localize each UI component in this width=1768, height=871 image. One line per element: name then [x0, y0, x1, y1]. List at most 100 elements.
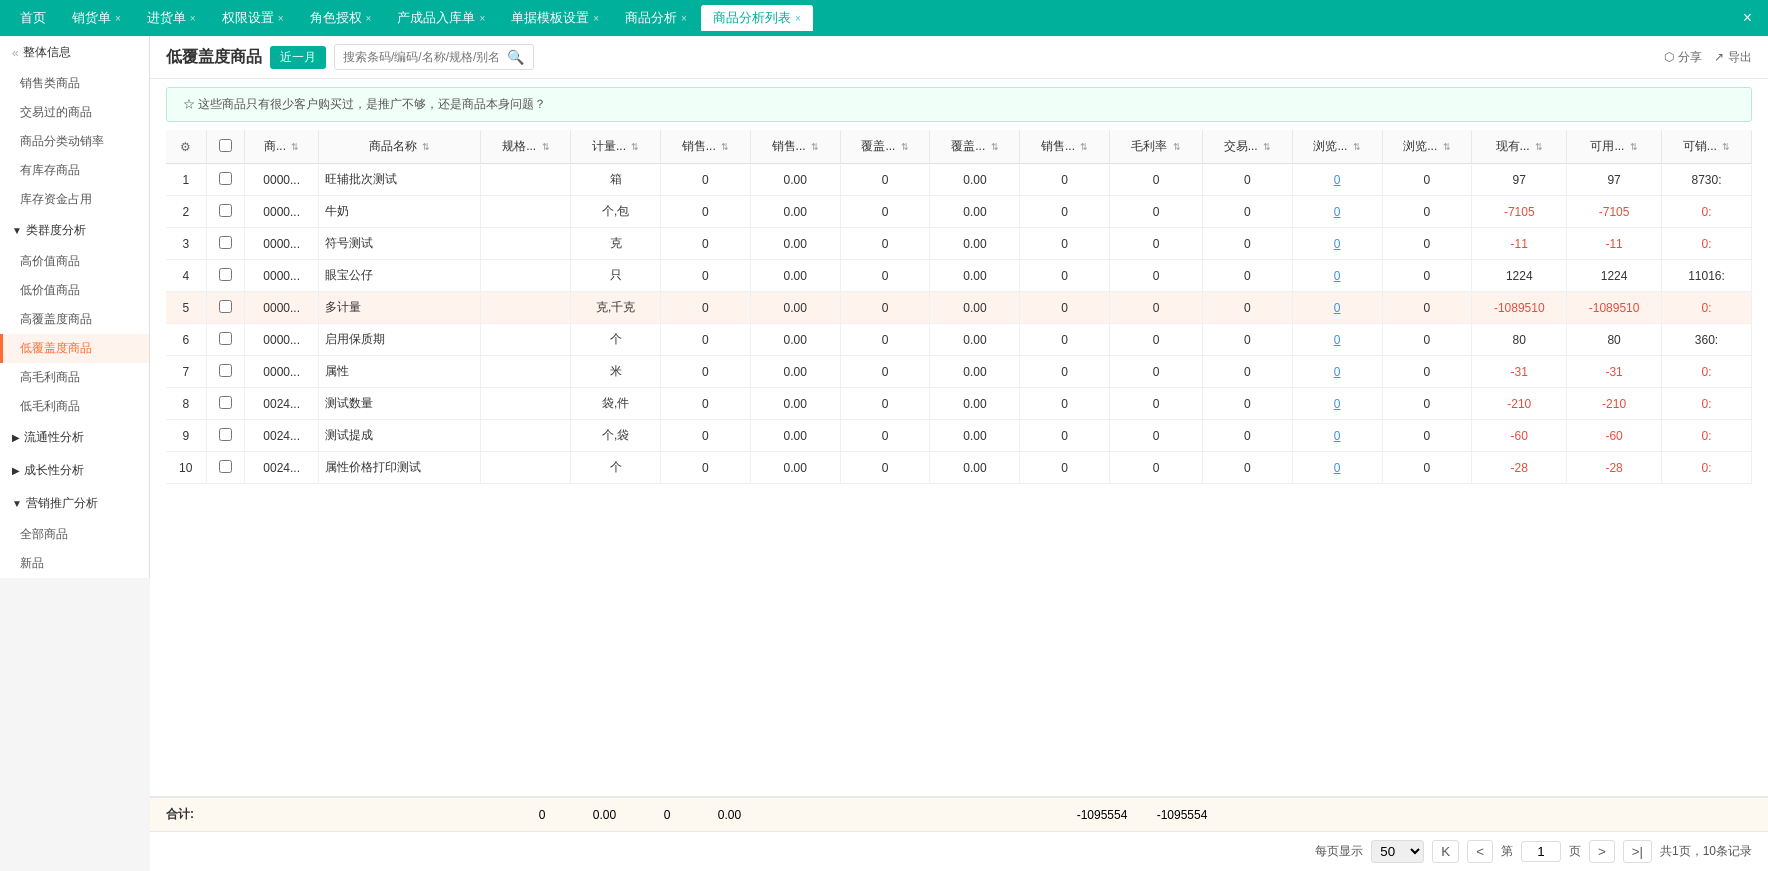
nav-template-settings[interactable]: 单据模板设置 ×	[499, 5, 611, 31]
cell-browse1[interactable]: 0	[1292, 324, 1382, 356]
nav-permission-settings[interactable]: 权限设置 ×	[210, 5, 296, 31]
sidebar-item-high-value[interactable]: 高价值商品	[0, 247, 149, 276]
nav-close-purchase-order[interactable]: ×	[190, 13, 196, 24]
sidebar-item-traded-goods[interactable]: 交易过的商品	[0, 98, 149, 127]
row-checkbox[interactable]	[219, 268, 232, 281]
sidebar-section-marketing[interactable]: ▼ 营销推广分析	[0, 487, 149, 520]
row-checkbox[interactable]	[219, 332, 232, 345]
settings-icon[interactable]: ⚙	[180, 140, 191, 154]
nav-close-permission[interactable]: ×	[278, 13, 284, 24]
export-button[interactable]: ↗ 导出	[1714, 49, 1752, 66]
nav-close-inbound[interactable]: ×	[479, 13, 485, 24]
sidebar-item-high-coverage[interactable]: 高覆盖度商品	[0, 305, 149, 334]
cell-checkbox[interactable]	[206, 196, 245, 228]
row-checkbox[interactable]	[219, 396, 232, 409]
next-page-btn[interactable]: >	[1589, 840, 1615, 863]
cell-browse1[interactable]: 0	[1292, 260, 1382, 292]
cell-checkbox[interactable]	[206, 292, 245, 324]
sidebar-item-new-goods[interactable]: 新品	[0, 549, 149, 578]
nav-close-analysis-list[interactable]: ×	[795, 13, 801, 24]
cell-name: 测试数量	[319, 388, 481, 420]
nav-close-template[interactable]: ×	[593, 13, 599, 24]
sidebar-item-capital-usage[interactable]: 库存资金占用	[0, 185, 149, 214]
nav-product-analysis-list[interactable]: 商品分析列表 ×	[701, 5, 813, 31]
cell-checkbox[interactable]	[206, 356, 245, 388]
nav-purchase-order[interactable]: 进货单 ×	[135, 5, 208, 31]
sidebar-item-low-profit[interactable]: 低毛利商品	[0, 392, 149, 421]
row-checkbox[interactable]	[219, 428, 232, 441]
cell-browse1[interactable]: 0	[1292, 292, 1382, 324]
last-page-btn[interactable]: >|	[1623, 840, 1652, 863]
sidebar-item-low-coverage[interactable]: 低覆盖度商品	[0, 334, 149, 363]
cell-checkbox[interactable]	[206, 164, 245, 196]
th-browse2[interactable]: 浏览... ⇅	[1382, 130, 1472, 164]
cell-browse1[interactable]: 0	[1292, 356, 1382, 388]
nav-home[interactable]: 首页	[8, 5, 58, 31]
cell-checkbox[interactable]	[206, 324, 245, 356]
th-coverage2[interactable]: 覆盖... ⇅	[930, 130, 1020, 164]
nav-product-analysis[interactable]: 商品分析 ×	[613, 5, 699, 31]
nav-close-sales-order[interactable]: ×	[115, 13, 121, 24]
sidebar-item-low-value[interactable]: 低价值商品	[0, 276, 149, 305]
sidebar-item-category-rate[interactable]: 商品分类动销率	[0, 127, 149, 156]
th-sales2[interactable]: 销售... ⇅	[1020, 130, 1110, 164]
cell-checkbox[interactable]	[206, 388, 245, 420]
cell-browse1[interactable]: 0	[1292, 388, 1382, 420]
row-checkbox[interactable]	[219, 172, 232, 185]
first-page-btn[interactable]: K	[1432, 840, 1459, 863]
row-checkbox[interactable]	[219, 460, 232, 473]
th-code[interactable]: 商... ⇅	[245, 130, 319, 164]
sidebar-section-flow[interactable]: ▶ 流通性分析	[0, 421, 149, 454]
nav-close-role[interactable]: ×	[366, 13, 372, 24]
sidebar-item-sales-goods[interactable]: 销售类商品	[0, 69, 149, 98]
sidebar-section-abc[interactable]: ▼ 类群度分析	[0, 214, 149, 247]
cell-browse1[interactable]: 0	[1292, 452, 1382, 484]
sidebar-section-overall[interactable]: « 整体信息	[0, 36, 149, 69]
th-gross-rate[interactable]: 毛利率 ⇅	[1110, 130, 1203, 164]
row-checkbox[interactable]	[219, 236, 232, 249]
date-filter-button[interactable]: 近一月	[270, 46, 326, 69]
row-checkbox[interactable]	[219, 364, 232, 377]
row-checkbox[interactable]	[219, 204, 232, 217]
cell-browse1[interactable]: 0	[1292, 420, 1382, 452]
th-coverage1[interactable]: 覆盖... ⇅	[840, 130, 930, 164]
sidebar-item-high-profit[interactable]: 高毛利商品	[0, 363, 149, 392]
search-icon[interactable]: 🔍	[507, 49, 524, 65]
sidebar-item-all-goods[interactable]: 全部商品	[0, 520, 149, 549]
select-all-checkbox[interactable]	[219, 139, 232, 152]
sidebar-section-growth[interactable]: ▶ 成长性分析	[0, 454, 149, 487]
nav-sales-order[interactable]: 销货单 ×	[60, 5, 133, 31]
nav-close-analysis[interactable]: ×	[681, 13, 687, 24]
cell-checkbox[interactable]	[206, 452, 245, 484]
cell-checkbox[interactable]	[206, 260, 245, 292]
th-name[interactable]: 商品名称 ⇅	[319, 130, 481, 164]
prev-page-btn[interactable]: <	[1467, 840, 1493, 863]
nav-product-inbound[interactable]: 产成品入库单 ×	[385, 5, 497, 31]
row-checkbox[interactable]	[219, 300, 232, 313]
search-input[interactable]	[343, 50, 503, 64]
cell-checkbox[interactable]	[206, 420, 245, 452]
per-page-select[interactable]: 50 20 100 200	[1371, 840, 1424, 863]
cell-browse1[interactable]: 0	[1292, 228, 1382, 260]
cell-sellable: 0:	[1662, 196, 1752, 228]
page-input[interactable]	[1521, 841, 1561, 862]
th-transaction[interactable]: 交易... ⇅	[1202, 130, 1292, 164]
cell-checkbox[interactable]	[206, 228, 245, 260]
sidebar-item-in-stock[interactable]: 有库存商品	[0, 156, 149, 185]
window-close-btn[interactable]: ×	[1735, 9, 1760, 27]
cell-browse1[interactable]: 0	[1292, 196, 1382, 228]
th-sellable[interactable]: 可销... ⇅	[1662, 130, 1752, 164]
cell-unit: 只	[571, 260, 661, 292]
nav-role-auth[interactable]: 角色授权 ×	[298, 5, 384, 31]
cell-browse1[interactable]: 0	[1292, 164, 1382, 196]
th-sales-qty[interactable]: 销售... ⇅	[661, 130, 751, 164]
th-checkbox[interactable]	[206, 130, 245, 164]
th-available[interactable]: 可用... ⇅	[1567, 130, 1662, 164]
th-browse1[interactable]: 浏览... ⇅	[1292, 130, 1382, 164]
th-unit[interactable]: 计量... ⇅	[571, 130, 661, 164]
th-settings[interactable]: ⚙	[166, 130, 206, 164]
share-button[interactable]: ⬡ 分享	[1664, 49, 1702, 66]
th-current-stock[interactable]: 现有... ⇅	[1472, 130, 1567, 164]
th-spec[interactable]: 规格... ⇅	[481, 130, 571, 164]
th-sales-amt[interactable]: 销售... ⇅	[750, 130, 840, 164]
